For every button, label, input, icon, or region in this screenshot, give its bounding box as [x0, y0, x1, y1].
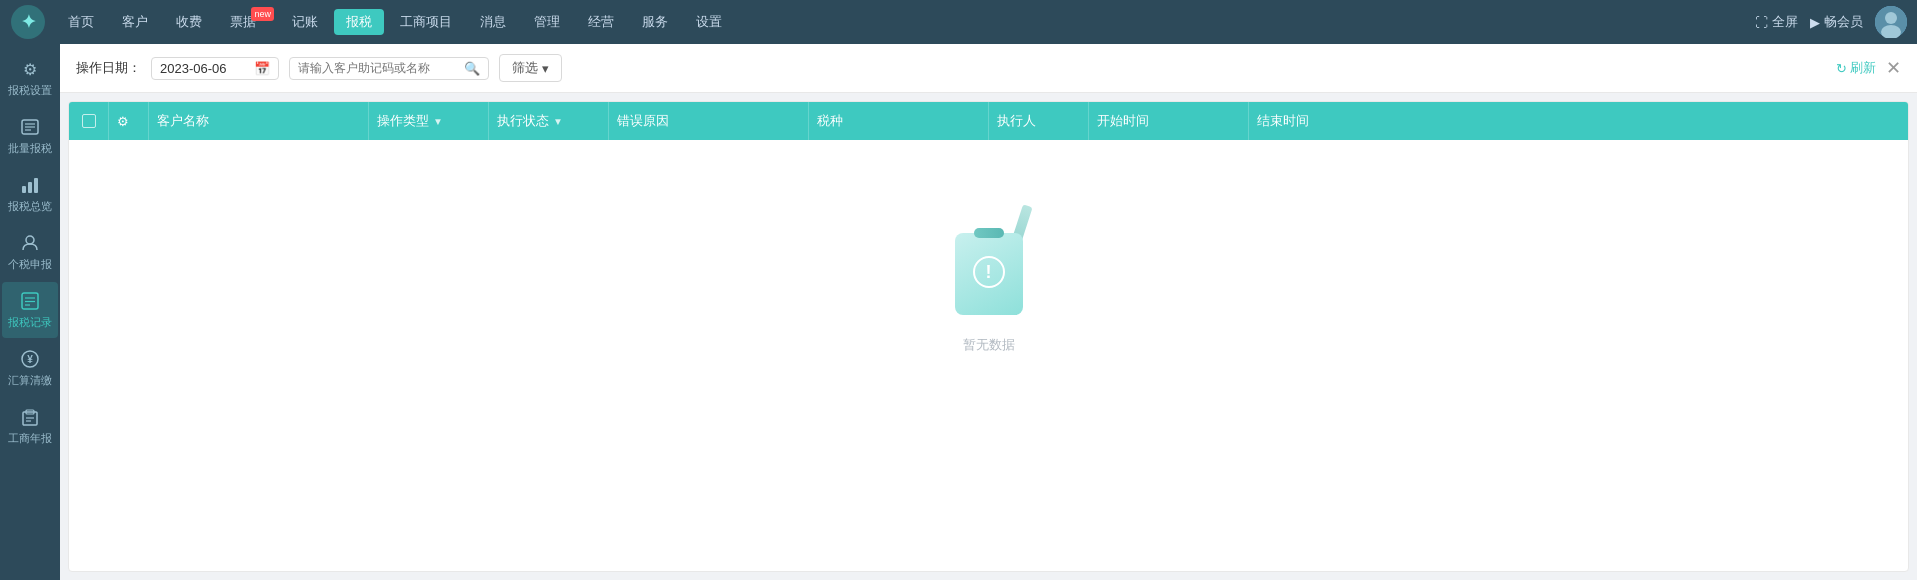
user-avatar[interactable]	[1875, 6, 1907, 38]
sidebar-item-personal-tax[interactable]: 个税申报	[2, 224, 58, 280]
annual-report-icon	[19, 406, 41, 428]
nav-item-service[interactable]: 服务	[630, 9, 680, 35]
app-logo[interactable]: ✦	[10, 4, 46, 40]
empty-illustration: !	[929, 200, 1049, 320]
sidebar-item-tax-settings[interactable]: ⚙ 报税设置	[2, 50, 58, 106]
content-area: 操作日期： 📅 🔍 筛选 ▾ ↻ 刷新 ✕	[60, 44, 1917, 580]
exclamation-circle: !	[973, 256, 1005, 288]
nav-item-invoice[interactable]: 票据 new	[218, 9, 276, 35]
table-header: ⚙ 客户名称 操作类型 ▼ 执行状态 ▼ 错误原因 税种	[69, 102, 1908, 140]
settlement-icon: ¥	[19, 348, 41, 370]
empty-text: 暂无数据	[963, 336, 1015, 354]
chevron-down-icon: ▾	[542, 61, 549, 76]
batch-tax-icon	[19, 116, 41, 138]
nav-item-industry[interactable]: 工商项目	[388, 9, 464, 35]
calendar-icon: 📅	[254, 61, 270, 76]
header-executor: 执行人	[989, 102, 1089, 140]
right-actions: ⛶ 全屏 ▶ 畅会员	[1755, 6, 1907, 38]
svg-rect-10	[28, 182, 32, 193]
nav-item-billing[interactable]: 收费	[164, 9, 214, 35]
sort-icon-operation: ▼	[433, 116, 443, 127]
nav-item-tax[interactable]: 报税	[334, 9, 384, 35]
fullscreen-action[interactable]: ⛶ 全屏	[1755, 13, 1798, 31]
svg-text:✦: ✦	[21, 12, 36, 32]
clipboard-clip	[974, 228, 1004, 238]
close-button[interactable]: ✕	[1886, 59, 1901, 77]
sidebar-item-tax-summary[interactable]: 报税总览	[2, 166, 58, 222]
sidebar: ⚙ 报税设置 批量报税 报税总览	[0, 44, 60, 580]
search-box[interactable]: 🔍	[289, 57, 489, 80]
new-badge: new	[251, 7, 274, 21]
svg-rect-11	[34, 178, 38, 193]
filter-button[interactable]: 筛选 ▾	[499, 54, 562, 82]
nav-item-message[interactable]: 消息	[468, 9, 518, 35]
empty-state: ! 暂无数据	[69, 140, 1908, 394]
tax-settings-icon: ⚙	[19, 58, 41, 80]
header-tax-type: 税种	[809, 102, 989, 140]
search-input[interactable]	[298, 61, 458, 75]
sidebar-item-tax-records[interactable]: 报税记录	[2, 282, 58, 338]
header-end-time: 结束时间	[1249, 102, 1379, 140]
tax-summary-icon	[19, 174, 41, 196]
search-icon: 🔍	[464, 61, 480, 76]
refresh-button[interactable]: ↻ 刷新	[1836, 59, 1876, 77]
svg-point-3	[1885, 12, 1897, 24]
top-navigation: ✦ 首页 客户 收费 票据 new 记账 报税 工商项目 消息 管理 经营 服务…	[0, 0, 1917, 44]
select-all-checkbox[interactable]	[82, 114, 96, 128]
fullscreen-icon: ⛶	[1755, 15, 1768, 30]
exclamation-mark: !	[986, 263, 992, 281]
date-picker[interactable]: 📅	[151, 57, 279, 80]
sidebar-item-batch-tax[interactable]: 批量报税	[2, 108, 58, 164]
svg-text:¥: ¥	[27, 354, 33, 365]
nav-items: 首页 客户 收费 票据 new 记账 报税 工商项目 消息 管理 经营 服务 设…	[56, 9, 1755, 35]
header-settings[interactable]: ⚙	[109, 102, 149, 140]
nav-item-management[interactable]: 管理	[522, 9, 572, 35]
header-checkbox[interactable]	[69, 102, 109, 140]
header-error-reason: 错误原因	[609, 102, 809, 140]
header-start-time: 开始时间	[1089, 102, 1249, 140]
date-label: 操作日期：	[76, 59, 141, 77]
table-container: ⚙ 客户名称 操作类型 ▼ 执行状态 ▼ 错误原因 税种	[68, 101, 1909, 572]
svg-rect-9	[22, 186, 26, 193]
nav-item-customer[interactable]: 客户	[110, 9, 160, 35]
header-operation-type[interactable]: 操作类型 ▼	[369, 102, 489, 140]
play-icon: ▶	[1810, 15, 1820, 30]
toolbar: 操作日期： 📅 🔍 筛选 ▾ ↻ 刷新 ✕	[60, 44, 1917, 93]
date-input[interactable]	[160, 61, 248, 76]
svg-point-12	[26, 236, 34, 244]
header-customer-name: 客户名称	[149, 102, 369, 140]
nav-item-bookkeeping[interactable]: 记账	[280, 9, 330, 35]
settings-icon: ⚙	[117, 114, 129, 129]
tax-records-icon	[19, 290, 41, 312]
clipboard-body: !	[955, 233, 1023, 315]
member-action[interactable]: ▶ 畅会员	[1810, 13, 1863, 31]
sidebar-item-annual-report[interactable]: 工商年报	[2, 398, 58, 454]
nav-item-finance[interactable]: 经营	[576, 9, 626, 35]
personal-tax-icon	[19, 232, 41, 254]
sidebar-item-settlement[interactable]: ¥ 汇算清缴	[2, 340, 58, 396]
nav-item-home[interactable]: 首页	[56, 9, 106, 35]
header-execution-status[interactable]: 执行状态 ▼	[489, 102, 609, 140]
sort-icon-status: ▼	[553, 116, 563, 127]
main-layout: ⚙ 报税设置 批量报税 报税总览	[0, 44, 1917, 580]
refresh-icon: ↻	[1836, 61, 1847, 76]
nav-item-settings[interactable]: 设置	[684, 9, 734, 35]
